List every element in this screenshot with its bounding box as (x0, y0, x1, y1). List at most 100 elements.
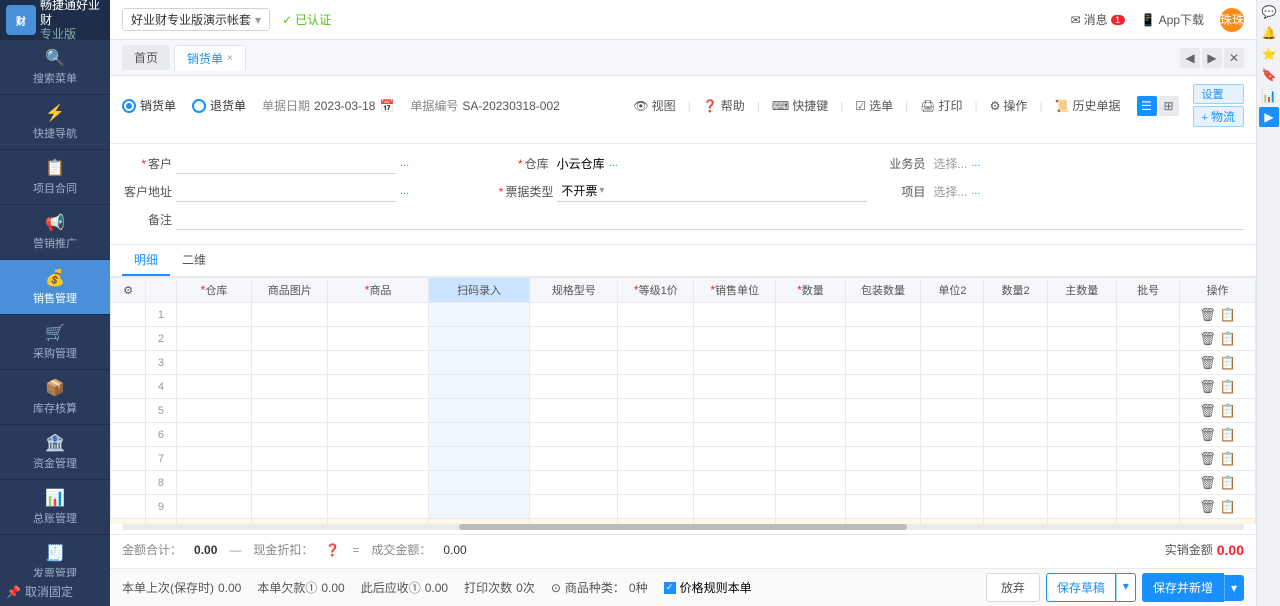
row-warehouse[interactable] (176, 495, 252, 519)
row-qty2[interactable] (984, 303, 1047, 327)
row-main-qty[interactable] (1047, 399, 1116, 423)
row-pack-qty[interactable] (845, 495, 921, 519)
row-spec[interactable] (530, 327, 618, 351)
row-goods[interactable] (328, 327, 429, 351)
row-batch-input[interactable] (429, 399, 530, 423)
row-pack-qty[interactable] (845, 303, 921, 327)
sidebar-item-invoice[interactable]: 🧾 发票管理 (0, 535, 110, 577)
calendar-icon[interactable]: 📅 (379, 99, 394, 113)
action-shortcut-btn[interactable]: ⌨ 快捷键 (766, 95, 834, 116)
row-sale-unit[interactable] (694, 471, 776, 495)
action-history-btn[interactable]: 📜 历史单据 (1049, 95, 1127, 116)
row-spec[interactable] (530, 447, 618, 471)
row-copy-btn[interactable]: 📋 (1220, 499, 1236, 515)
row-image[interactable] (252, 447, 328, 471)
row-pack-qty[interactable] (845, 423, 921, 447)
row-batch-input[interactable] (429, 327, 530, 351)
row-goods[interactable] (328, 303, 429, 327)
price-checkbox[interactable]: ✓ (664, 582, 676, 594)
row-spec[interactable] (530, 303, 618, 327)
view-list-btn[interactable]: ☰ (1137, 96, 1157, 116)
row-warehouse[interactable] (176, 303, 252, 327)
tab-saleinvoice[interactable]: 销货单 × (174, 45, 246, 71)
row-batch[interactable] (1117, 303, 1180, 327)
row-unit2[interactable] (921, 399, 984, 423)
row-unit2[interactable] (921, 423, 984, 447)
row-sale-unit[interactable] (694, 375, 776, 399)
row-batch-input[interactable] (429, 375, 530, 399)
row-copy-btn[interactable]: 📋 (1220, 475, 1236, 491)
row-copy-btn[interactable]: 📋 (1220, 331, 1236, 347)
row-delete-btn[interactable]: 🗑 (1199, 331, 1216, 347)
row-price1[interactable] (618, 351, 694, 375)
row-sale-unit[interactable] (694, 327, 776, 351)
row-batch[interactable] (1117, 399, 1180, 423)
row-unit2[interactable] (921, 471, 984, 495)
row-goods[interactable] (328, 351, 429, 375)
row-batch-input[interactable] (429, 447, 530, 471)
tab-home[interactable]: 首页 (122, 45, 170, 70)
row-warehouse[interactable] (176, 327, 252, 351)
right-icon-6[interactable]: ▶ (1259, 107, 1279, 127)
sidebar-item-funds[interactable]: 🏦 资金管理 (0, 425, 110, 480)
row-qty2[interactable] (984, 447, 1047, 471)
row-goods[interactable] (328, 399, 429, 423)
row-sale-unit[interactable] (694, 303, 776, 327)
customer-more-btn[interactable]: ... (400, 157, 409, 169)
row-main-qty[interactable] (1047, 495, 1116, 519)
row-warehouse[interactable] (176, 351, 252, 375)
row-batch[interactable] (1117, 447, 1180, 471)
save-main-btn[interactable]: 保存并新增 (1142, 573, 1224, 602)
tab-close-all-btn[interactable]: ✕ (1224, 48, 1244, 68)
row-sale-unit[interactable] (694, 351, 776, 375)
row-batch-input[interactable] (429, 471, 530, 495)
row-spec[interactable] (530, 423, 618, 447)
sidebar-item-general[interactable]: 📊 总账管理 (0, 480, 110, 535)
row-delete-btn[interactable]: 🗑 (1199, 403, 1216, 419)
row-price1[interactable] (618, 495, 694, 519)
row-price1[interactable] (618, 423, 694, 447)
right-icon-5[interactable]: 📊 (1259, 86, 1279, 106)
row-qty2[interactable] (984, 399, 1047, 423)
row-warehouse[interactable] (176, 375, 252, 399)
customer-input[interactable] (176, 152, 396, 174)
row-batch[interactable] (1117, 495, 1180, 519)
row-qty2[interactable] (984, 471, 1047, 495)
row-qty[interactable] (776, 327, 845, 351)
row-qty2[interactable] (984, 327, 1047, 351)
row-delete-btn[interactable]: 🗑 (1199, 307, 1216, 323)
sidebar-item-purchase[interactable]: 🛒 采购管理 (0, 315, 110, 370)
row-copy-btn[interactable]: 📋 (1220, 403, 1236, 419)
row-main-qty[interactable] (1047, 447, 1116, 471)
row-delete-btn[interactable]: 🗑 (1199, 451, 1216, 467)
settings-btn[interactable]: 设置 (1193, 84, 1245, 104)
sidebar-item-quicknav[interactable]: ⚡ 快捷导航 (0, 95, 110, 150)
right-icon-3[interactable]: ⭐ (1259, 44, 1279, 64)
project-more-btn[interactable]: ... (971, 185, 980, 197)
row-batch-input[interactable] (429, 351, 530, 375)
row-warehouse[interactable] (176, 399, 252, 423)
row-pack-qty[interactable] (845, 327, 921, 351)
row-qty[interactable] (776, 375, 845, 399)
tab-next-btn[interactable]: ▶ (1202, 48, 1222, 68)
row-warehouse[interactable] (176, 423, 252, 447)
action-print-btn[interactable]: 🖨 打印 (914, 95, 968, 116)
row-batch-input[interactable] (429, 303, 530, 327)
remark-input[interactable] (176, 208, 1244, 230)
sidebar-item-search[interactable]: 🔍 搜索菜单 (0, 40, 110, 95)
th-settings[interactable]: ⚙ (111, 278, 146, 303)
draft-main-btn[interactable]: 保存草稿 (1046, 573, 1116, 602)
row-batch[interactable] (1117, 351, 1180, 375)
row-unit2[interactable] (921, 327, 984, 351)
row-qty2[interactable] (984, 351, 1047, 375)
tab-2d[interactable]: 二维 (170, 245, 218, 276)
warehouse-more-btn[interactable]: ... (609, 157, 618, 169)
row-image[interactable] (252, 495, 328, 519)
row-goods[interactable] (328, 423, 429, 447)
salesman-input[interactable]: 选择... (933, 155, 967, 172)
row-goods[interactable] (328, 447, 429, 471)
row-sale-unit[interactable] (694, 447, 776, 471)
view-grid-btn[interactable]: ⊞ (1159, 96, 1179, 116)
tab-close-icon[interactable]: × (227, 53, 233, 64)
save-arrow-btn[interactable]: ▾ (1224, 575, 1244, 601)
